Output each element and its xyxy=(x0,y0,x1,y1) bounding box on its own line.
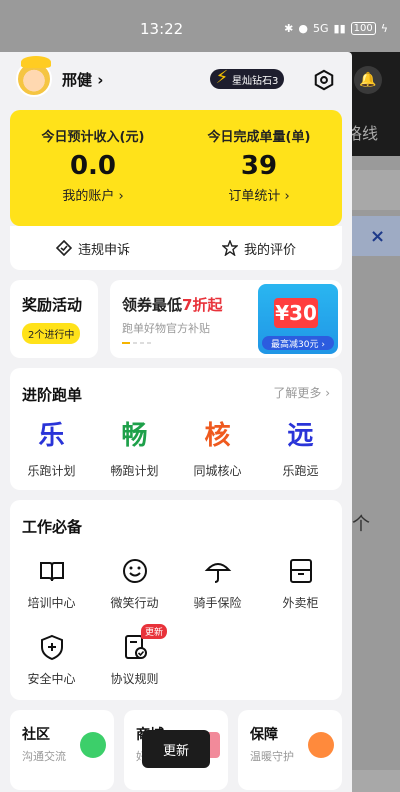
update-toast: 更新 xyxy=(142,730,210,768)
location-icon: ● xyxy=(298,22,308,35)
star-icon xyxy=(221,240,238,256)
charging-icon: ϟ xyxy=(380,22,388,35)
advance-card: 进阶跑单 了解更多 › 乐 乐跑计划 畅 畅跑计划 核 同城核心 远 乐跑远 xyxy=(10,368,342,490)
bolt-icon: ⚡ xyxy=(215,67,229,88)
tools-title: 工作必备 xyxy=(22,518,83,536)
tool-label: 微笑行动 xyxy=(110,596,159,610)
coupon-title-prefix: 领券最低 xyxy=(122,296,183,314)
tool-safety[interactable]: 安全中心 xyxy=(10,632,93,687)
account-link[interactable]: 我的账户 › xyxy=(10,185,176,204)
orders-label: 今日完成单量(单) xyxy=(207,130,311,145)
status-bar: 13:22 ✱ ● 5G ▮▮ 100 ϟ xyxy=(0,0,400,52)
violation-appeal-button[interactable]: 违规申诉 xyxy=(10,226,176,270)
core-logo-icon: 核 xyxy=(204,421,231,451)
my-reviews-button[interactable]: 我的评价 xyxy=(176,226,342,270)
diamond-check-icon xyxy=(55,240,72,256)
tool-agreement[interactable]: 更新 协议规则 xyxy=(93,624,176,687)
advance-item-label: 乐跑计划 xyxy=(27,464,76,478)
tool-label: 安全中心 xyxy=(27,672,76,686)
settings-hex-icon[interactable] xyxy=(312,68,336,92)
reward-status-badge: 2个进行中 xyxy=(22,323,81,344)
side-drawer: 邢健 › ⚡ 星灿钻石3 今日预计收入(元) 0.0 我的账户 › 今日完成单量… xyxy=(0,52,352,792)
tool-locker[interactable]: 外卖柜 xyxy=(259,556,342,611)
bluetooth-icon: ✱ xyxy=(284,22,294,35)
close-icon: × xyxy=(370,226,386,247)
advance-item-label: 同城核心 xyxy=(193,464,242,478)
locker-icon xyxy=(259,556,342,586)
tool-label: 培训中心 xyxy=(27,596,76,610)
far-logo-icon: 远 xyxy=(287,421,314,451)
orders-link[interactable]: 订单统计 › xyxy=(176,185,342,204)
coupon-subtitle: 跑单好物官方补贴 xyxy=(122,322,210,335)
umbrella-icon xyxy=(176,556,259,586)
battery-icon: 100 xyxy=(350,22,376,35)
tool-smile[interactable]: 微笑行动 xyxy=(93,556,176,611)
violation-label: 违规申诉 xyxy=(77,242,130,258)
arrow-up-icon: 个 xyxy=(352,514,370,535)
orders-stat[interactable]: 今日完成单量(单) 39 订单统计 › xyxy=(176,110,342,226)
carousel-dots xyxy=(122,342,151,344)
signal-icon: ▮▮ xyxy=(333,22,346,35)
level-badge[interactable]: ⚡ 星灿钻石3 xyxy=(210,67,285,89)
community-card[interactable]: 社区 沟通交流 xyxy=(10,710,114,790)
orders-value: 39 xyxy=(240,151,278,181)
coupon-banner[interactable]: 领券最低7折起 跑单好物官方补贴 ¥30 最高减30元 › xyxy=(110,280,342,358)
advance-item-changpao[interactable]: 畅 畅跑计划 xyxy=(93,418,176,479)
reward-card[interactable]: 奖励活动 2个进行中 xyxy=(10,280,98,358)
tools-card: 工作必备 培训中心 微笑行动 骑手保险 外卖柜 安全中心 更新 协议规则 xyxy=(10,500,342,700)
advance-item-core[interactable]: 核 同城核心 xyxy=(176,418,259,479)
shield-icon xyxy=(10,632,93,662)
tool-insurance[interactable]: 骑手保险 xyxy=(176,556,259,611)
learn-more-link[interactable]: 了解更多 › xyxy=(273,384,330,401)
income-stat[interactable]: 今日预计收入(元) 0.0 我的账户 › xyxy=(10,110,176,226)
coupon-title: 领券最低7折起 xyxy=(122,294,222,315)
stats-card: 今日预计收入(元) 0.0 我的账户 › 今日完成单量(单) 39 订单统计 › xyxy=(10,110,342,226)
agreement-icon: 更新 xyxy=(93,624,176,662)
avatar[interactable] xyxy=(16,56,52,97)
coupon-image: ¥30 最高减30元 › xyxy=(258,284,338,354)
income-label: 今日预计收入(元) xyxy=(41,130,145,145)
lepao-logo-icon: 乐 xyxy=(38,421,65,451)
bell-icon: 🔔 xyxy=(354,66,382,94)
coupon-title-highlight: 7折起 xyxy=(182,296,223,314)
advance-item-lepao[interactable]: 乐 乐跑计划 xyxy=(10,418,93,479)
advance-item-label: 畅跑计划 xyxy=(110,464,159,478)
tool-label: 协议规则 xyxy=(110,672,159,686)
income-value: 0.0 xyxy=(69,151,117,181)
tool-label: 骑手保险 xyxy=(193,596,242,610)
coupon-ticket: ¥30 xyxy=(274,298,318,328)
quick-actions: 违规申诉 我的评价 xyxy=(10,226,342,270)
chat-bubble-icon xyxy=(80,732,106,758)
status-time: 13:22 xyxy=(140,20,184,38)
profile-header[interactable]: 邢健 › ⚡ 星灿钻石3 xyxy=(16,56,336,100)
changpao-logo-icon: 畅 xyxy=(121,421,148,451)
protection-card[interactable]: 保障 温暖守护 xyxy=(238,710,342,790)
update-badge: 更新 xyxy=(141,624,168,639)
network-label: 5G xyxy=(313,22,329,35)
reward-title: 奖励活动 xyxy=(22,296,83,314)
level-label: 星灿钻石3 xyxy=(232,75,279,87)
review-label: 我的评价 xyxy=(243,242,296,258)
advance-title: 进阶跑单 xyxy=(22,386,83,404)
heart-icon xyxy=(308,732,334,758)
book-icon xyxy=(10,556,93,586)
status-icons: ✱ ● 5G ▮▮ 100 ϟ xyxy=(284,22,388,35)
smile-icon xyxy=(93,556,176,586)
advance-item-far[interactable]: 远 乐跑远 xyxy=(259,418,342,479)
tool-label: 外卖柜 xyxy=(282,596,319,610)
coupon-caption: 最高减30元 › xyxy=(262,336,334,350)
advance-item-label: 乐跑远 xyxy=(282,464,319,478)
user-name[interactable]: 邢健 › xyxy=(62,69,103,90)
tool-training[interactable]: 培训中心 xyxy=(10,556,93,611)
